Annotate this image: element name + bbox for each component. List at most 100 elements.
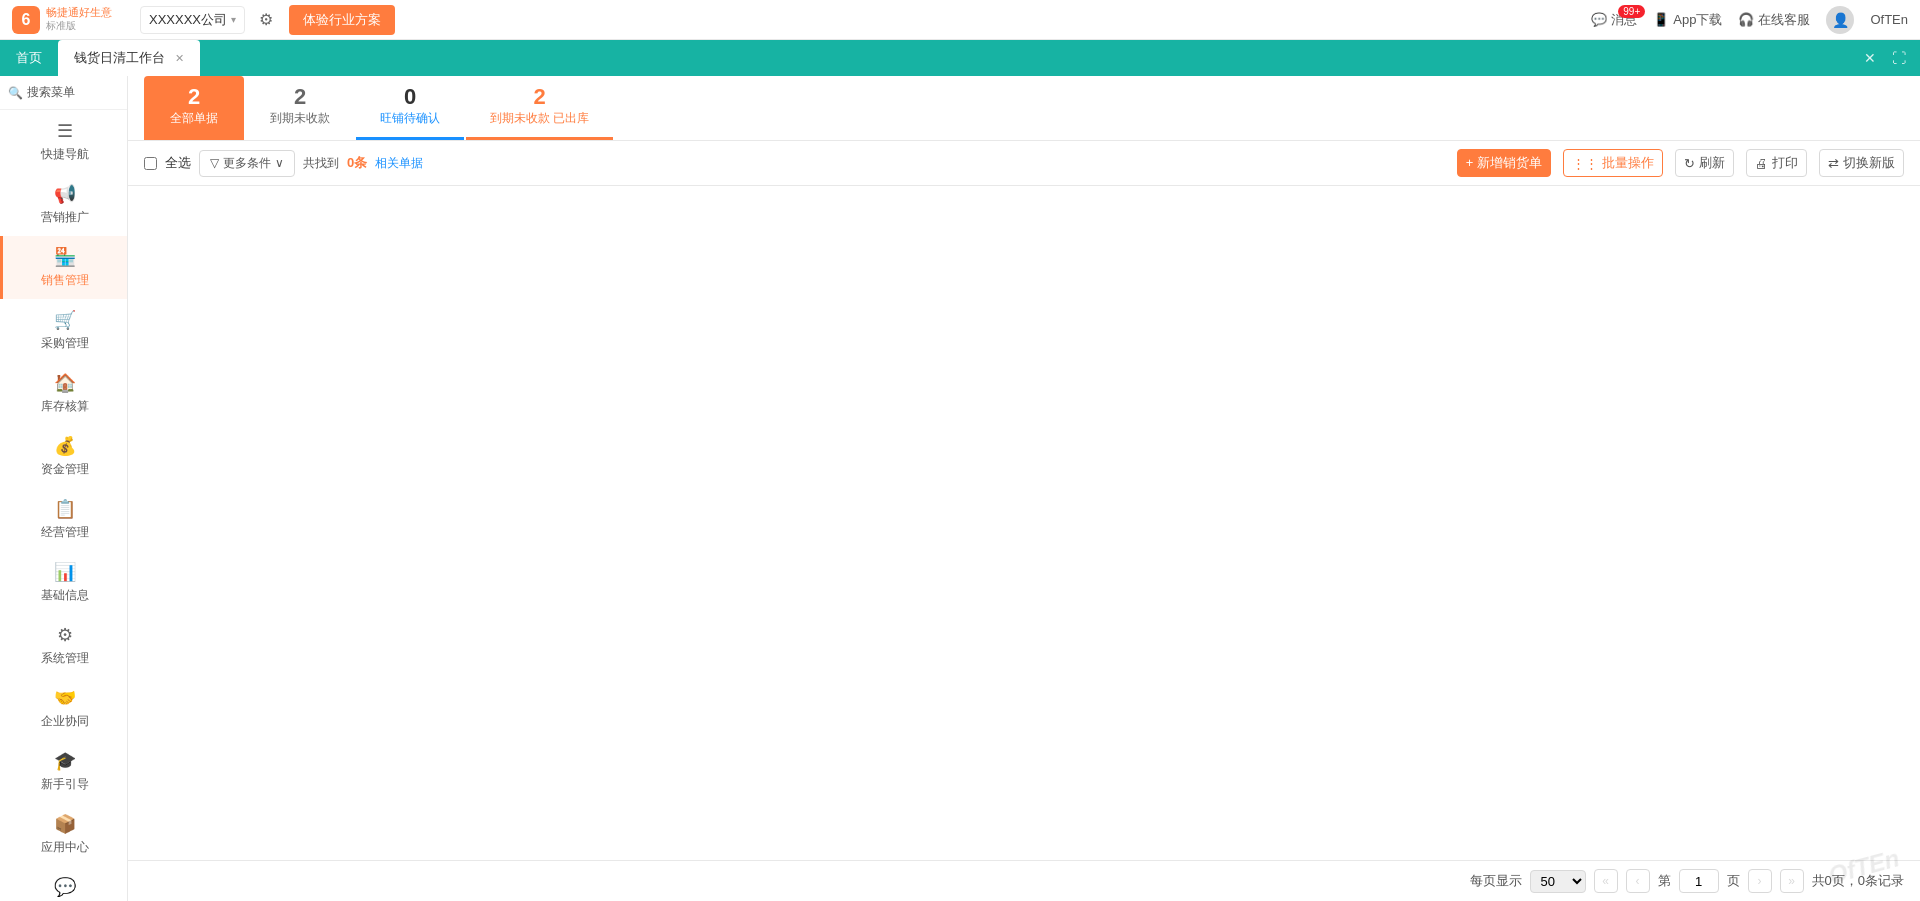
sidebar-marketing-label: 营销推广 [41, 209, 89, 226]
page-last-button[interactable]: » [1780, 869, 1804, 893]
batch-label: 批量操作 [1602, 154, 1654, 172]
sidebar-item-system[interactable]: ⚙ 系统管理 [0, 614, 127, 677]
page-next-button[interactable]: › [1748, 869, 1772, 893]
sidebar-item-marketing[interactable]: 📢 营销推广 [0, 173, 127, 236]
main-layout: 🔍 搜索菜单 ☰ 快捷导航 📢 营销推广 🏪 销售管理 🛒 采购管理 🏠 库存核… [0, 76, 1920, 901]
switch-icon: ⇄ [1828, 156, 1839, 171]
stat-tab-all[interactable]: 2 全部单据 [144, 76, 244, 140]
filter-label: 更多条件 [223, 155, 271, 172]
stat-all-number: 2 [188, 86, 200, 108]
related-orders-link[interactable]: 相关单据 [375, 155, 423, 172]
sidebar-guide-label: 新手引导 [41, 776, 89, 793]
logo-name: 畅捷通好生意 [46, 6, 112, 19]
system-icon: ⚙ [57, 624, 73, 646]
sidebar-item-enterprise[interactable]: 🤝 企业协同 [0, 677, 127, 740]
stat-overdue-out-number: 2 [534, 86, 546, 108]
print-button[interactable]: 🖨 打印 [1746, 149, 1807, 177]
page-size-select[interactable]: 50 20 100 [1530, 870, 1586, 893]
stat-tab-overdue-out[interactable]: 2 到期未收款 已出库 [466, 76, 613, 140]
search-icon: 🔍 [8, 86, 23, 100]
avatar[interactable]: 👤 [1826, 6, 1854, 34]
service-icon: 🎧 [1738, 12, 1754, 27]
basic-icon: 📊 [54, 561, 76, 583]
tab-home[interactable]: 首页 [0, 40, 58, 76]
batch-icon: ⋮⋮ [1572, 156, 1598, 171]
page-prev-button[interactable]: ‹ [1626, 869, 1650, 893]
found-prefix: 共找到 [303, 155, 339, 172]
apps-icon: 📦 [54, 813, 76, 835]
per-page-label: 每页显示 [1470, 872, 1522, 890]
page-suffix: 页 [1727, 872, 1740, 890]
toolbar: 全选 ▽ 更多条件 ∨ 共找到 0条 相关单据 + 新增销货单 ⋮⋮ 批量操作 … [128, 141, 1920, 186]
sidebar-purchase-label: 采购管理 [41, 335, 89, 352]
page-label: 第 [1658, 872, 1671, 890]
sidebar-item-basic[interactable]: 📊 基础信息 [0, 551, 127, 614]
stat-overdue-out-label: 到期未收款 已出库 [490, 110, 589, 127]
sidebar-item-finance[interactable]: 💰 资金管理 [0, 425, 127, 488]
switch-label: 切换新版 [1843, 154, 1895, 172]
add-order-button[interactable]: + 新增销货单 [1457, 149, 1551, 177]
sidebar-search[interactable]: 🔍 搜索菜单 [0, 76, 127, 110]
sidebar-item-operation[interactable]: 📋 经营管理 [0, 488, 127, 551]
refresh-label: 刷新 [1699, 154, 1725, 172]
tab-bar: 首页 钱货日清工作台 ✕ ✕ ⛶ [0, 40, 1920, 76]
sidebar-inventory-label: 库存核算 [41, 398, 89, 415]
page-first-button[interactable]: « [1594, 869, 1618, 893]
sidebar-item-inventory[interactable]: 🏠 库存核算 [0, 362, 127, 425]
refresh-button[interactable]: ↻ 刷新 [1675, 149, 1734, 177]
sidebar-item-sales[interactable]: 🏪 销售管理 [0, 236, 127, 299]
sidebar-item-purchase[interactable]: 🛒 采购管理 [0, 299, 127, 362]
sidebar-item-apps[interactable]: 📦 应用中心 [0, 803, 127, 866]
company-dropdown-arrow: ▾ [231, 14, 236, 25]
filter-icon: ▽ [210, 156, 219, 170]
stat-tab-overdue[interactable]: 2 到期未收款 [246, 76, 354, 140]
sidebar-item-wechat[interactable]: 💬 企业微信 [0, 866, 127, 901]
finance-icon: 💰 [54, 435, 76, 457]
app-label: App下载 [1673, 11, 1722, 29]
stat-overdue-label: 到期未收款 [270, 110, 330, 127]
logo-area: 6 畅捷通好生意 标准版 [12, 6, 140, 34]
message-icon: 💬 [1591, 12, 1607, 27]
table-area [128, 186, 1920, 860]
switch-version-button[interactable]: ⇄ 切换新版 [1819, 149, 1904, 177]
wechat-icon: 💬 [54, 876, 76, 898]
message-button[interactable]: 💬 消息 99+ [1591, 11, 1637, 29]
search-label: 搜索菜单 [27, 84, 75, 101]
username: OfTEn [1870, 12, 1908, 27]
select-all-label: 全选 [165, 154, 191, 172]
operation-icon: 📋 [54, 498, 76, 520]
sidebar-item-nav[interactable]: ☰ 快捷导航 [0, 110, 127, 173]
company-name: XXXXXX公司 [149, 11, 227, 29]
marketing-icon: 📢 [54, 183, 76, 205]
filter-button[interactable]: ▽ 更多条件 ∨ [199, 150, 295, 177]
enterprise-icon: 🤝 [54, 687, 76, 709]
online-service-button[interactable]: 🎧 在线客服 [1738, 11, 1810, 29]
sidebar-basic-label: 基础信息 [41, 587, 89, 604]
tab-expand-button[interactable]: ⛶ [1888, 46, 1910, 70]
app-download-button[interactable]: 📱 App下载 [1653, 11, 1722, 29]
stats-tabs: 2 全部单据 2 到期未收款 0 旺铺待确认 2 到期未收款 已出库 [128, 76, 1920, 141]
inventory-icon: 🏠 [54, 372, 76, 394]
sidebar-item-guide[interactable]: 🎓 新手引导 [0, 740, 127, 803]
tab-close-window-button[interactable]: ✕ [1860, 46, 1880, 70]
tab-close-button[interactable]: ✕ [175, 52, 184, 65]
sidebar-system-label: 系统管理 [41, 650, 89, 667]
stat-all-label: 全部单据 [170, 110, 218, 127]
top-right: 💬 消息 99+ 📱 App下载 🎧 在线客服 👤 OfTEn [1591, 6, 1908, 34]
experience-button[interactable]: 体验行业方案 [289, 5, 395, 35]
company-select[interactable]: XXXXXX公司 ▾ [140, 6, 245, 34]
page-input[interactable] [1679, 869, 1719, 893]
print-label: 打印 [1772, 154, 1798, 172]
settings-button[interactable]: ⚙ [251, 5, 281, 35]
batch-action-button[interactable]: ⋮⋮ 批量操作 [1563, 149, 1663, 177]
purchase-icon: 🛒 [54, 309, 76, 331]
stat-wangpu-label: 旺铺待确认 [380, 110, 440, 127]
nav-icon: ☰ [57, 120, 73, 142]
tab-workbench[interactable]: 钱货日清工作台 ✕ [58, 40, 200, 76]
select-all-checkbox[interactable] [144, 157, 157, 170]
tab-workbench-label: 钱货日清工作台 [74, 49, 165, 67]
stat-tab-wangpu[interactable]: 0 旺铺待确认 [356, 76, 464, 140]
stat-overdue-number: 2 [294, 86, 306, 108]
top-bar: 6 畅捷通好生意 标准版 XXXXXX公司 ▾ ⚙ 体验行业方案 💬 消息 99… [0, 0, 1920, 40]
sidebar-enterprise-label: 企业协同 [41, 713, 89, 730]
